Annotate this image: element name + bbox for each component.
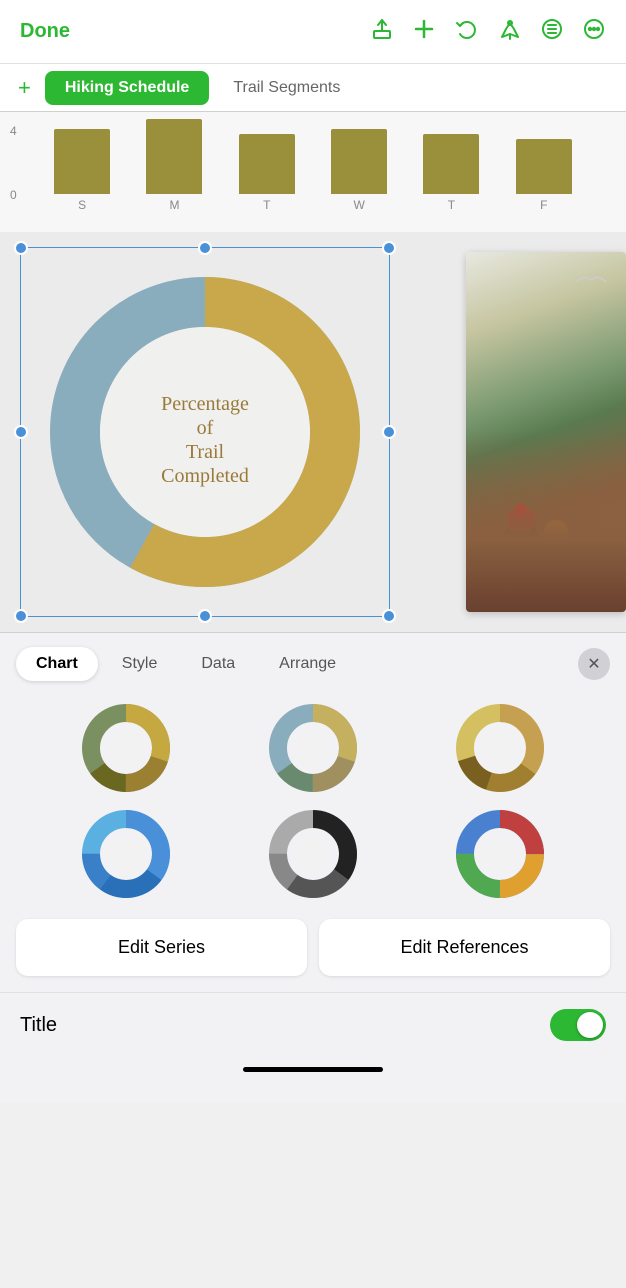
bird-silhouette — [576, 272, 606, 292]
close-panel-button[interactable]: ✕ — [578, 648, 610, 680]
style-option-4[interactable] — [40, 809, 211, 899]
tab-bar: + Hiking Schedule Trail Segments — [0, 64, 626, 112]
bottom-panel: Chart Style Data Arrange ✕ — [0, 632, 626, 1102]
style-option-3[interactable] — [415, 703, 586, 793]
tab-data[interactable]: Data — [181, 647, 255, 681]
toggle-knob — [577, 1012, 603, 1038]
bar-label-w: W — [353, 198, 364, 212]
add-sheet-button[interactable]: + — [8, 67, 41, 109]
bar-col-w: W — [331, 129, 387, 212]
bar-f — [516, 139, 572, 194]
title-row: Title — [0, 992, 626, 1057]
photo-thumbnail — [466, 252, 626, 612]
tab-arrange[interactable]: Arrange — [259, 647, 356, 681]
style-option-1[interactable] — [40, 703, 211, 793]
bar-label-t1: T — [263, 198, 270, 212]
y-label-4: 4 — [10, 124, 17, 138]
bar-m — [146, 119, 202, 194]
bar-col-t1: T — [239, 134, 295, 212]
add-icon[interactable] — [412, 17, 436, 47]
bar-col-s: S — [54, 129, 110, 212]
more-icon[interactable] — [582, 17, 606, 47]
donut-svg-wrap: Percentage of Trail Completed — [21, 248, 389, 616]
handle-bl[interactable] — [14, 609, 28, 623]
done-button[interactable]: Done — [20, 20, 70, 43]
style-option-2[interactable] — [227, 703, 398, 793]
toolbar-icons — [370, 16, 606, 48]
bar-col-m: M — [146, 119, 202, 212]
style-options-grid — [0, 695, 626, 919]
bar-label-s: S — [78, 198, 86, 212]
handle-br[interactable] — [382, 609, 396, 623]
edit-buttons-row: Edit Series Edit References — [0, 919, 626, 976]
bar-col-f: F — [516, 139, 572, 212]
tab-hiking-schedule[interactable]: Hiking Schedule — [45, 71, 209, 105]
style-option-6[interactable] — [415, 809, 586, 899]
donut-text-line3: Trail — [186, 441, 225, 463]
handle-tr[interactable] — [382, 241, 396, 255]
title-label: Title — [20, 1014, 550, 1037]
bar-label-f: F — [540, 198, 547, 212]
edit-references-button[interactable]: Edit References — [319, 919, 610, 976]
handle-tl[interactable] — [14, 241, 28, 255]
chart-tab-bar: Chart Style Data Arrange ✕ — [0, 633, 626, 695]
style-option-5[interactable] — [227, 809, 398, 899]
bar-chart-area: S M T W T F 4 0 — [0, 112, 626, 232]
bar-label-m: M — [169, 198, 179, 212]
photo-image — [466, 252, 626, 612]
donut-text-line1: Percentage — [161, 393, 249, 415]
donut-text-line2: of — [197, 417, 214, 439]
bar-s — [54, 129, 110, 194]
bar-label-t2: T — [448, 198, 455, 212]
bar-col-t2: T — [423, 134, 479, 212]
tab-style[interactable]: Style — [102, 647, 178, 681]
bar-w — [331, 129, 387, 194]
people-silhouette — [466, 492, 626, 612]
donut-text-line4: Completed — [161, 465, 249, 487]
donut-svg: Percentage of Trail Completed — [35, 262, 375, 602]
home-indicator — [0, 1057, 626, 1082]
bar-chart-content: S M T W T F — [16, 132, 610, 212]
home-bar — [243, 1067, 383, 1072]
toolbar: Done — [0, 0, 626, 64]
upload-icon[interactable] — [370, 17, 394, 47]
edit-series-button[interactable]: Edit Series — [16, 919, 307, 976]
bar-t1 — [239, 134, 295, 194]
handle-ml[interactable] — [14, 425, 28, 439]
y-label-0: 0 — [10, 188, 17, 202]
handle-mr[interactable] — [382, 425, 396, 439]
canvas-area: Percentage of Trail Completed — [0, 232, 626, 632]
pin-icon[interactable] — [498, 17, 522, 47]
tab-trail-segments[interactable]: Trail Segments — [213, 71, 360, 105]
bar-t2 — [423, 134, 479, 194]
handle-bc[interactable] — [198, 609, 212, 623]
handle-tc[interactable] — [198, 241, 212, 255]
donut-chart-container[interactable]: Percentage of Trail Completed — [20, 247, 390, 617]
tab-chart[interactable]: Chart — [16, 647, 98, 681]
title-toggle[interactable] — [550, 1009, 606, 1041]
align-icon[interactable] — [540, 17, 564, 47]
close-icon: ✕ — [587, 654, 600, 674]
undo-icon[interactable] — [454, 16, 480, 48]
